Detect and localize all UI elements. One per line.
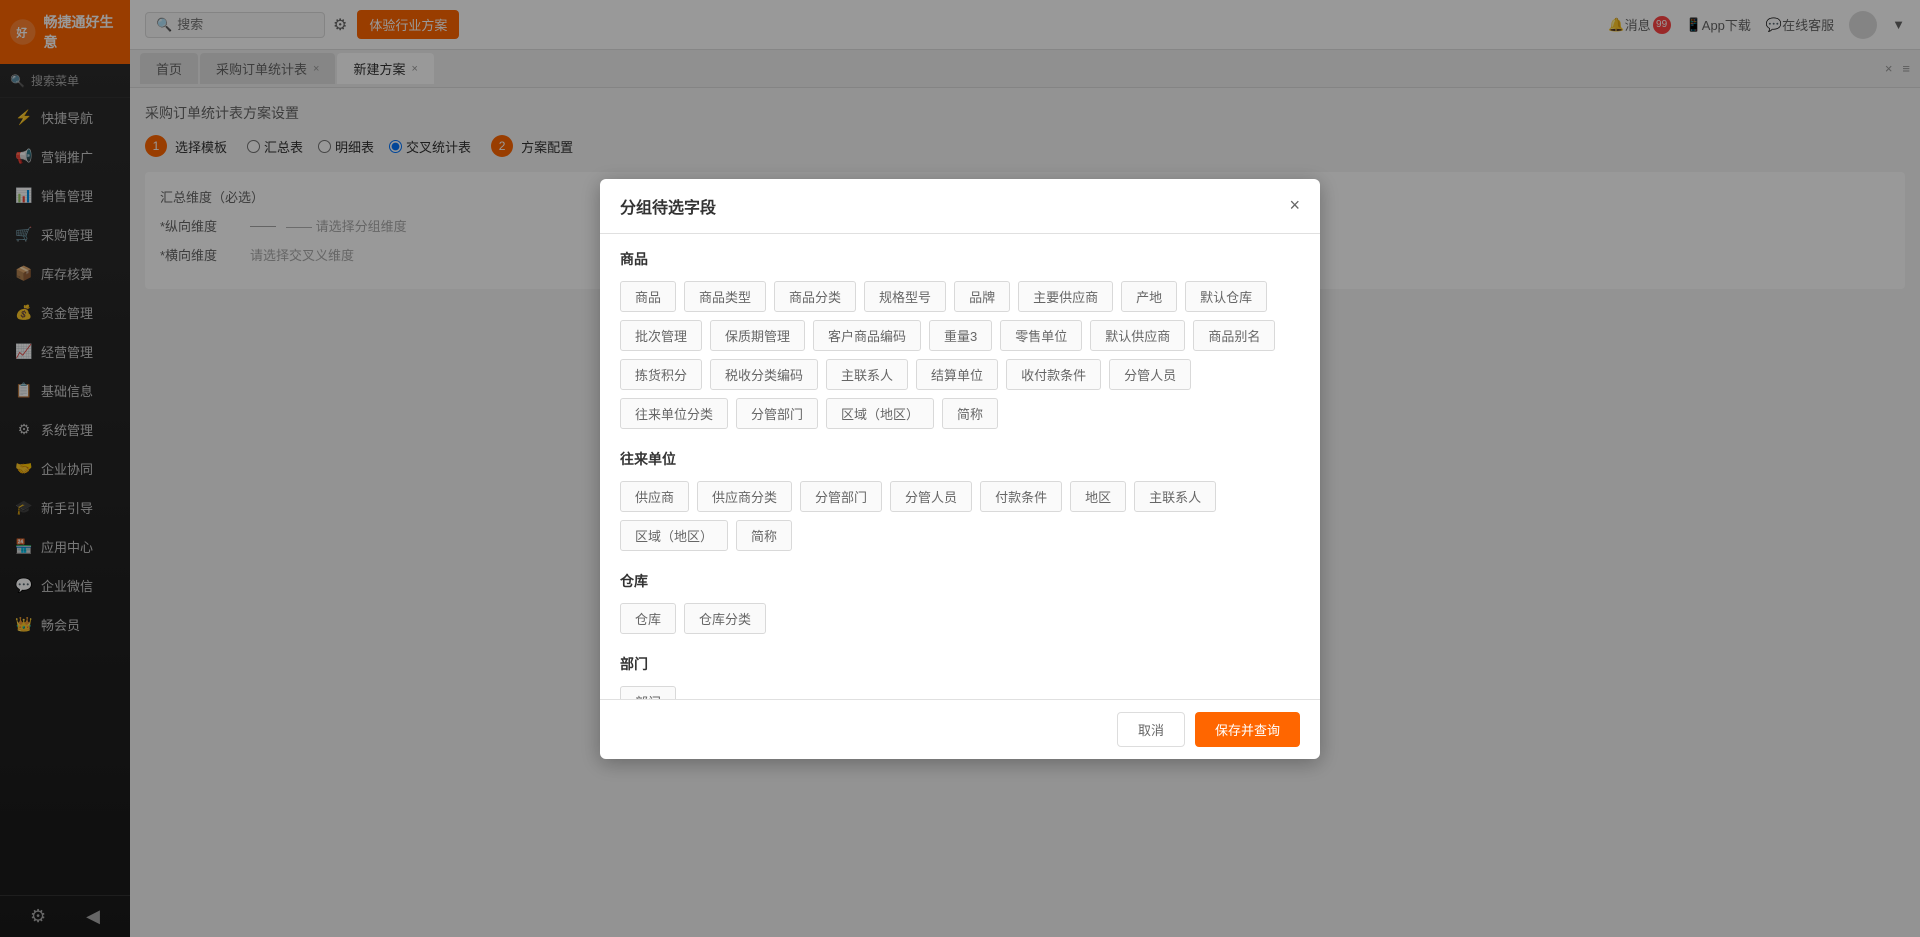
- field-tag-product-8[interactable]: 批次管理: [620, 320, 702, 351]
- field-tag-product-12[interactable]: 零售单位: [1000, 320, 1082, 351]
- field-tag-product-24[interactable]: 简称: [942, 398, 998, 429]
- field-tag-warehouse-0[interactable]: 仓库: [620, 603, 676, 634]
- field-tag-partner-1[interactable]: 供应商分类: [697, 481, 792, 512]
- department-section-title: 部门: [620, 654, 1300, 674]
- field-tag-partner-3[interactable]: 分管人员: [890, 481, 972, 512]
- field-tag-warehouse-1[interactable]: 仓库分类: [684, 603, 766, 634]
- field-selection-modal: 分组待选字段 × 商品 商品 商品类型 商品分类 规格型号 品牌 主要供应商 产…: [600, 179, 1320, 759]
- field-tag-product-13[interactable]: 默认供应商: [1090, 320, 1185, 351]
- field-tag-partner-4[interactable]: 付款条件: [980, 481, 1062, 512]
- field-tag-product-16[interactable]: 税收分类编码: [710, 359, 818, 390]
- department-section: 部门 部门: [620, 654, 1300, 699]
- field-tag-product-19[interactable]: 收付款条件: [1006, 359, 1101, 390]
- field-tag-partner-2[interactable]: 分管部门: [800, 481, 882, 512]
- field-tag-product-1[interactable]: 商品类型: [684, 281, 766, 312]
- field-tag-product-9[interactable]: 保质期管理: [710, 320, 805, 351]
- warehouse-section: 仓库 仓库 仓库分类: [620, 571, 1300, 634]
- modal-footer: 取消 保存并查询: [600, 699, 1320, 759]
- field-tag-product-11[interactable]: 重量3: [929, 320, 992, 351]
- field-tag-product-23[interactable]: 区域（地区）: [826, 398, 934, 429]
- field-tag-partner-0[interactable]: 供应商: [620, 481, 689, 512]
- field-tag-product-10[interactable]: 客户商品编码: [813, 320, 921, 351]
- department-field-grid: 部门: [620, 686, 1300, 699]
- warehouse-section-title: 仓库: [620, 571, 1300, 591]
- product-section: 商品 商品 商品类型 商品分类 规格型号 品牌 主要供应商 产地 默认仓库 批次…: [620, 249, 1300, 429]
- modal-body: 商品 商品 商品类型 商品分类 规格型号 品牌 主要供应商 产地 默认仓库 批次…: [600, 234, 1320, 699]
- field-tag-product-0[interactable]: 商品: [620, 281, 676, 312]
- modal-header: 分组待选字段 ×: [600, 179, 1320, 234]
- field-tag-product-18[interactable]: 结算单位: [916, 359, 998, 390]
- partner-field-grid: 供应商 供应商分类 分管部门 分管人员 付款条件 地区 主联系人 区域（地区） …: [620, 481, 1300, 551]
- partner-section-title: 往来单位: [620, 449, 1300, 469]
- field-tag-product-2[interactable]: 商品分类: [774, 281, 856, 312]
- product-field-grid: 商品 商品类型 商品分类 规格型号 品牌 主要供应商 产地 默认仓库 批次管理 …: [620, 281, 1300, 429]
- warehouse-field-grid: 仓库 仓库分类: [620, 603, 1300, 634]
- field-tag-partner-6[interactable]: 主联系人: [1134, 481, 1216, 512]
- field-tag-product-6[interactable]: 产地: [1121, 281, 1177, 312]
- partner-section: 往来单位 供应商 供应商分类 分管部门 分管人员 付款条件 地区 主联系人 区域…: [620, 449, 1300, 551]
- field-tag-product-17[interactable]: 主联系人: [826, 359, 908, 390]
- field-tag-product-15[interactable]: 拣货积分: [620, 359, 702, 390]
- field-tag-department-0[interactable]: 部门: [620, 686, 676, 699]
- field-tag-product-7[interactable]: 默认仓库: [1185, 281, 1267, 312]
- field-tag-partner-7[interactable]: 区域（地区）: [620, 520, 728, 551]
- field-tag-product-3[interactable]: 规格型号: [864, 281, 946, 312]
- field-tag-product-5[interactable]: 主要供应商: [1018, 281, 1113, 312]
- modal-overlay: 分组待选字段 × 商品 商品 商品类型 商品分类 规格型号 品牌 主要供应商 产…: [0, 0, 1920, 937]
- field-tag-product-4[interactable]: 品牌: [954, 281, 1010, 312]
- field-tag-product-21[interactable]: 往来单位分类: [620, 398, 728, 429]
- modal-close-button[interactable]: ×: [1289, 195, 1300, 216]
- field-tag-partner-8[interactable]: 简称: [736, 520, 792, 551]
- save-query-button[interactable]: 保存并查询: [1195, 712, 1300, 747]
- cancel-button[interactable]: 取消: [1117, 712, 1185, 747]
- product-section-title: 商品: [620, 249, 1300, 269]
- field-tag-product-22[interactable]: 分管部门: [736, 398, 818, 429]
- field-tag-product-14[interactable]: 商品别名: [1193, 320, 1275, 351]
- modal-title: 分组待选字段: [620, 194, 716, 218]
- field-tag-partner-5[interactable]: 地区: [1070, 481, 1126, 512]
- field-tag-product-20[interactable]: 分管人员: [1109, 359, 1191, 390]
